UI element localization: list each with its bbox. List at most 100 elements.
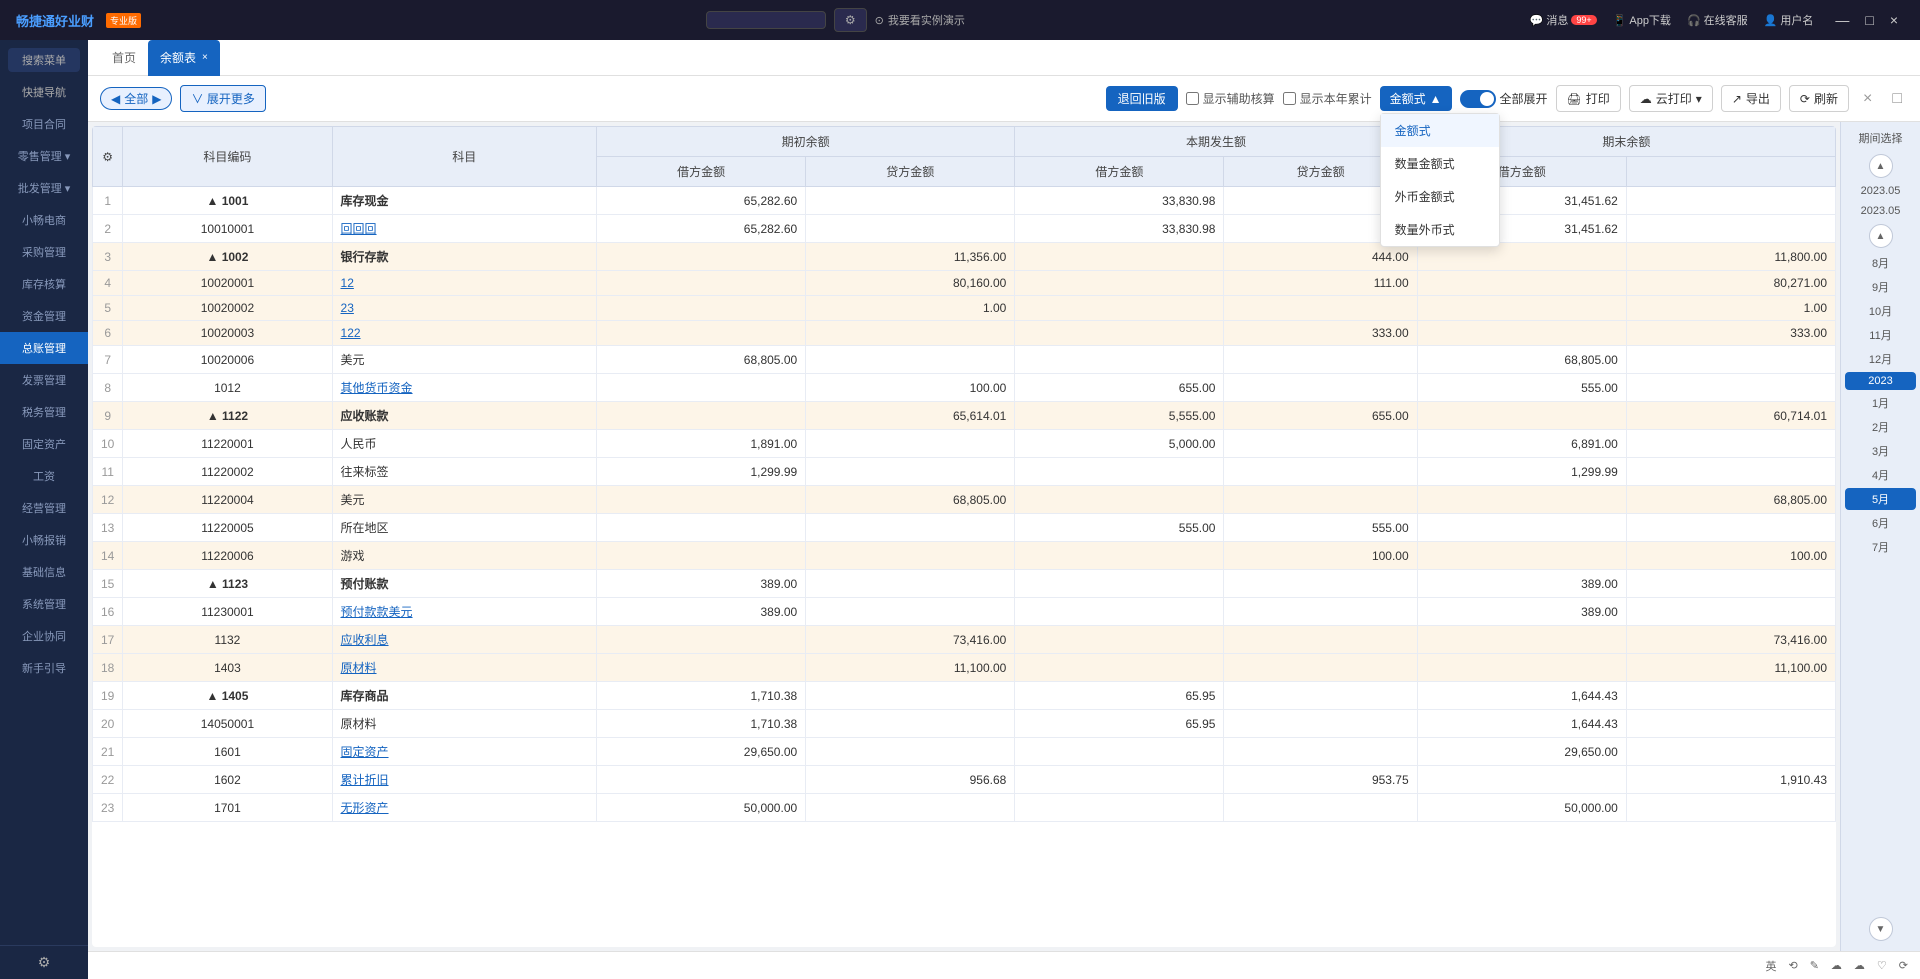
status-edit-icon[interactable]: ✎: [1810, 959, 1819, 972]
period-nav-up[interactable]: ▲: [1869, 154, 1893, 178]
export-btn[interactable]: ↗ 导出: [1721, 85, 1781, 112]
online-support-btn[interactable]: 🎧 在线客服: [1687, 12, 1748, 28]
sidebar-item-system[interactable]: 系统管理: [0, 588, 88, 620]
cell-name[interactable]: 累计折旧: [332, 766, 597, 794]
cell-name[interactable]: 应收利息: [332, 626, 597, 654]
tab-close-icon[interactable]: ×: [202, 40, 208, 76]
dropdown-item-foreign-amount[interactable]: 外币金额式: [1381, 180, 1499, 213]
expand-more-btn[interactable]: ∨ 展开更多: [180, 85, 265, 112]
expand-all-toggle[interactable]: 全部展开: [1460, 90, 1548, 108]
cell-name[interactable]: 23: [332, 296, 597, 321]
amount-style-dropdown[interactable]: 金额式 ▲ 金额式 数量金额式 外币金额式 数量外币式: [1380, 86, 1452, 111]
window-minimize-btn[interactable]: —: [1829, 10, 1855, 30]
dropdown-item-qty-foreign[interactable]: 数量外币式: [1381, 213, 1499, 246]
demo-link[interactable]: ⊙ 我要看实例演示: [875, 12, 965, 28]
window-close-btn[interactable]: ×: [1884, 10, 1904, 30]
dropdown-item-qty-amount[interactable]: 数量金额式: [1381, 147, 1499, 180]
sidebar-item-management[interactable]: 经营管理: [0, 492, 88, 524]
period-item-2[interactable]: 2月: [1845, 416, 1916, 438]
cell-amount: 100.00: [1626, 542, 1835, 570]
settings-btn[interactable]: ⚙: [834, 8, 867, 32]
sidebar-item-retail[interactable]: 零售管理 ▾: [0, 140, 88, 172]
notification-btn[interactable]: 💬 消息 99+: [1530, 12, 1597, 28]
sidebar-item-project[interactable]: 项目合同: [0, 108, 88, 140]
period-item-3[interactable]: 3月: [1845, 440, 1916, 462]
tab-balance-sheet[interactable]: 余额表 ×: [148, 40, 220, 76]
period-nav-up2[interactable]: ▲: [1869, 224, 1893, 248]
sidebar-item-ledger[interactable]: 总账管理: [0, 332, 88, 364]
status-cloud1-icon[interactable]: ☁: [1831, 959, 1842, 972]
period-item-2023-05-1[interactable]: 2023.05: [1845, 182, 1916, 200]
refresh-btn[interactable]: ⟳ 刷新: [1789, 85, 1849, 112]
top-search-input[interactable]: [706, 11, 826, 29]
cell-name[interactable]: 回回回: [332, 215, 597, 243]
period-item-11[interactable]: 11月: [1845, 324, 1916, 346]
sidebar-item-tax[interactable]: 税务管理: [0, 396, 88, 428]
sidebar-item-ecommerce[interactable]: 小畅电商: [0, 204, 88, 236]
panel-close-btn[interactable]: ×: [1857, 88, 1878, 110]
tab-home[interactable]: 首页: [100, 40, 148, 76]
window-maximize-btn[interactable]: □: [1859, 10, 1879, 30]
status-refresh-icon[interactable]: ⟳: [1899, 959, 1908, 972]
period-item-5[interactable]: 5月: [1845, 488, 1916, 510]
period-item-7[interactable]: 7月: [1845, 536, 1916, 558]
sidebar-item-inventory[interactable]: 库存核算: [0, 268, 88, 300]
dropdown-item-amount[interactable]: 金额式: [1381, 114, 1499, 147]
cell-name[interactable]: 预付款款美元: [332, 598, 597, 626]
app-download-btn[interactable]: 📱 App下载: [1613, 12, 1671, 28]
aux-check-label[interactable]: 显示辅助核算: [1186, 90, 1275, 107]
panel-max-btn[interactable]: □: [1886, 88, 1908, 110]
amount-style-btn[interactable]: 金额式 ▲: [1380, 86, 1452, 111]
return-old-btn[interactable]: 退回旧版: [1106, 86, 1178, 111]
status-lang[interactable]: 英: [1765, 958, 1776, 974]
toggle-thumb: [1480, 92, 1494, 106]
status-cloud2-icon[interactable]: ☁: [1854, 959, 1865, 972]
cell-code: 14050001: [123, 710, 332, 738]
sidebar-item-finance[interactable]: 资金管理: [0, 300, 88, 332]
ytd-check-input[interactable]: [1283, 92, 1296, 105]
period-item-12[interactable]: 12月: [1845, 348, 1916, 370]
all-filter-btn[interactable]: ◀ 全部 ▶: [100, 87, 172, 110]
ytd-check-label[interactable]: 显示本年累计: [1283, 90, 1372, 107]
status-heart-icon[interactable]: ♡: [1877, 959, 1887, 972]
cell-name[interactable]: 固定资产: [332, 738, 597, 766]
cell-name[interactable]: 122: [332, 321, 597, 346]
cell-code: 11230001: [123, 598, 332, 626]
cell-name[interactable]: 其他货币资金: [332, 374, 597, 402]
period-item-2023-05-2[interactable]: 2023.05: [1845, 202, 1916, 220]
sidebar-item-cooperation[interactable]: 企业协同: [0, 620, 88, 652]
period-item-8[interactable]: 8月: [1845, 252, 1916, 274]
sidebar-search[interactable]: 搜索菜单: [8, 48, 80, 72]
sidebar-item-guide[interactable]: 新手引导: [0, 652, 88, 684]
table-row: 171132应收利息73,416.0073,416.00: [93, 626, 1836, 654]
period-item-1[interactable]: 1月: [1845, 392, 1916, 414]
cell-name: 所在地区: [332, 514, 597, 542]
cell-name[interactable]: 原材料: [332, 654, 597, 682]
content-area: 首页 余额表 × ◀ 全部 ▶ ∨ 展开更多 退回旧版 显示辅助核算: [88, 40, 1920, 979]
sidebar-item-purchase[interactable]: 采购管理: [0, 236, 88, 268]
sidebar-item-assets[interactable]: 固定资产: [0, 428, 88, 460]
sidebar-settings-icon[interactable]: ⚙: [38, 954, 51, 970]
period-item-10[interactable]: 10月: [1845, 300, 1916, 322]
sidebar-item-wholesale[interactable]: 批发管理 ▾: [0, 172, 88, 204]
period-item-4[interactable]: 4月: [1845, 464, 1916, 486]
table-row: 710020006美元68,805.0068,805.00: [93, 346, 1836, 374]
sidebar-item-expense[interactable]: 小畅报销: [0, 524, 88, 556]
sidebar-item-basic[interactable]: 基础信息: [0, 556, 88, 588]
period-nav-down[interactable]: ▼: [1869, 917, 1893, 941]
period-item-2023[interactable]: 2023: [1845, 372, 1916, 390]
status-translate-icon[interactable]: ⟲: [1788, 959, 1797, 972]
sidebar-quick-nav[interactable]: 快捷导航: [22, 80, 66, 104]
cell-name[interactable]: 12: [332, 271, 597, 296]
sidebar-item-payroll[interactable]: 工资: [0, 460, 88, 492]
th-settings[interactable]: ⚙: [93, 127, 123, 187]
period-item-6[interactable]: 6月: [1845, 512, 1916, 534]
period-item-9[interactable]: 9月: [1845, 276, 1916, 298]
cloud-print-btn[interactable]: ☁ 云打印 ▾: [1629, 85, 1713, 112]
toggle-track[interactable]: [1460, 90, 1496, 108]
print-btn[interactable]: 🖨 打印: [1556, 85, 1621, 112]
user-avatar[interactable]: 👤 用户名: [1764, 12, 1814, 28]
sidebar-item-invoice[interactable]: 发票管理: [0, 364, 88, 396]
aux-check-input[interactable]: [1186, 92, 1199, 105]
cell-name[interactable]: 无形资产: [332, 794, 597, 822]
